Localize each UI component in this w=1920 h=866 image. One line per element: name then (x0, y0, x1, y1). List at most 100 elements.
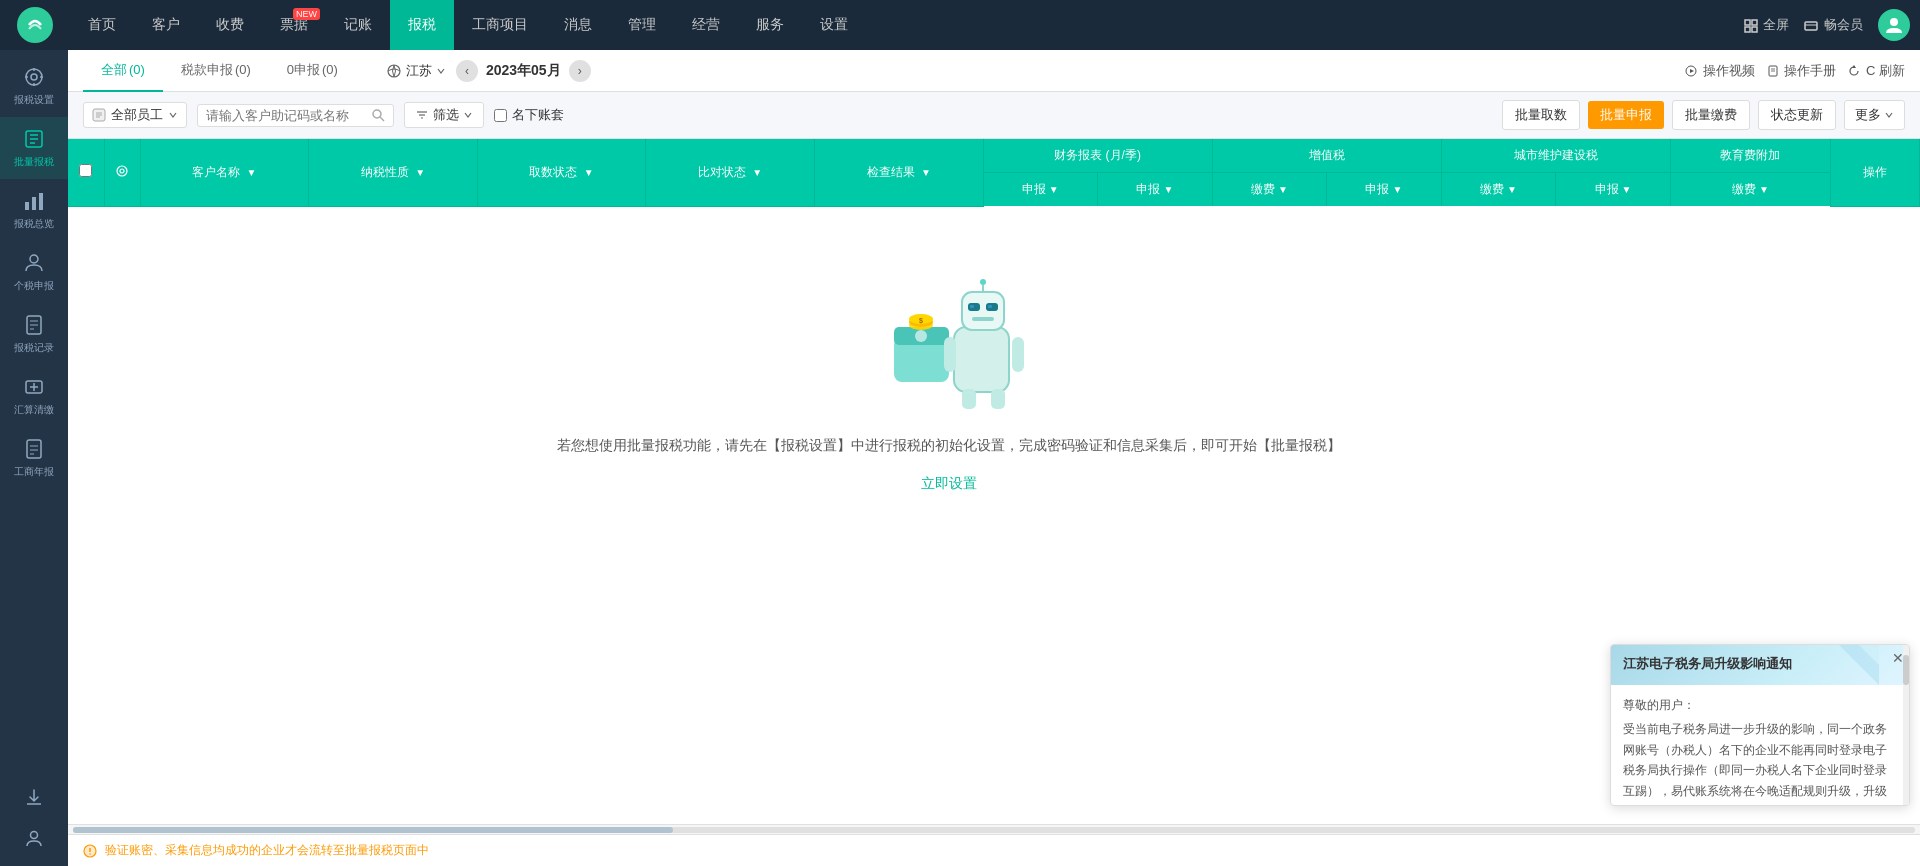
column-settings-icon[interactable] (115, 164, 129, 178)
svg-rect-66 (970, 305, 974, 308)
th-vat-pay: 缴费▼ (1212, 173, 1327, 207)
nav-operation[interactable]: 经营 (674, 0, 738, 50)
svg-rect-1 (1745, 20, 1750, 25)
user-profile-btn[interactable] (0, 820, 68, 856)
svg-rect-4 (1752, 27, 1757, 32)
operation-manual-btn[interactable]: 操作手册 (1767, 62, 1837, 80)
nav-message[interactable]: 消息 (546, 0, 610, 50)
user-avatar[interactable] (1878, 9, 1910, 41)
svg-rect-3 (1745, 27, 1750, 32)
date-navigation: ‹ 2023年05月 › (456, 60, 591, 82)
svg-text:$: $ (919, 317, 923, 325)
book-icon (1767, 65, 1779, 77)
nav-invoice[interactable]: 票据 NEW (262, 0, 326, 50)
search-input[interactable] (206, 108, 366, 123)
immediate-setup-link[interactable]: 立即设置 (921, 475, 977, 493)
toolbar: 全部员工 筛选 (68, 92, 1920, 139)
tabs-bar: 全部 (0) 税款申报 (0) 0申报 (0) (68, 50, 1920, 92)
svg-marker-37 (1690, 69, 1694, 73)
nav-business[interactable]: 工商项目 (454, 0, 546, 50)
operation-video-btn[interactable]: 操作视频 (1685, 62, 1755, 80)
tab-zero-declare[interactable]: 0申报 (0) (269, 50, 356, 92)
top-navigation: 首页 客户 收费 票据 NEW 记账 报税 工商项目 消息 管理 经营 服务 设… (0, 0, 1920, 50)
nav-settings[interactable]: 设置 (802, 0, 866, 50)
nav-items: 首页 客户 收费 票据 NEW 记账 报税 工商项目 消息 管理 经营 服务 设… (70, 0, 1744, 50)
horizontal-scrollbar[interactable] (68, 824, 1920, 834)
svg-point-51 (117, 166, 127, 176)
current-date: 2023年05月 (486, 62, 561, 80)
select-all-checkbox[interactable] (79, 164, 92, 177)
member-btn[interactable]: 畅会员 (1804, 16, 1863, 34)
svg-point-46 (373, 110, 381, 118)
search-icon (371, 108, 385, 122)
svg-point-7 (1890, 18, 1898, 26)
tab-tax-declare[interactable]: 税款申报 (0) (163, 50, 269, 92)
th-edu-pay: 缴费▼ (1670, 173, 1830, 207)
svg-point-70 (980, 279, 986, 285)
sidebar-item-personal-tax[interactable]: 个税申报 (0, 241, 68, 303)
refresh-btn[interactable]: C 刷新 (1848, 62, 1905, 80)
scroll-thumb[interactable] (73, 827, 673, 833)
nav-customer[interactable]: 客户 (134, 0, 198, 50)
svg-point-78 (89, 853, 91, 855)
sidebar-item-tax-settings[interactable]: 报税设置 (0, 55, 68, 117)
personal-tax-icon (22, 251, 46, 275)
svg-rect-74 (991, 389, 1005, 409)
download-btn[interactable] (0, 779, 68, 815)
play-icon (1685, 65, 1697, 77)
nav-home[interactable]: 首页 (70, 0, 134, 50)
svg-rect-68 (972, 317, 994, 321)
th-check-result: 检查结果 ▼ (814, 139, 983, 206)
svg-point-35 (388, 65, 400, 77)
sidebar-item-batch-tax[interactable]: 批量报税 (0, 117, 68, 179)
filter-btn[interactable]: 筛选 (404, 102, 484, 128)
nav-charge[interactable]: 收费 (198, 0, 262, 50)
batch-pay-btn[interactable]: 批量缴费 (1672, 100, 1750, 130)
nav-bookkeeping[interactable]: 记账 (326, 0, 390, 50)
bottom-warning-text: 验证账密、采集信息均成功的企业才会流转至批量报税页面中 (105, 842, 429, 859)
top-right-controls: 全屏 畅会员 (1744, 9, 1910, 41)
region-selector[interactable]: 江苏 (386, 62, 446, 80)
nav-tax[interactable]: 报税 (390, 0, 454, 50)
prev-month-btn[interactable]: ‹ (456, 60, 478, 82)
decoration (1799, 645, 1879, 685)
sidebar-item-tax-records[interactable]: 报税记录 (0, 303, 68, 365)
logo[interactable] (10, 0, 60, 50)
more-btn[interactable]: 更多 (1844, 100, 1905, 130)
notification-scrollbar[interactable] (1903, 645, 1909, 805)
svg-rect-62 (962, 292, 1004, 330)
tab-all[interactable]: 全部 (0) (83, 50, 163, 92)
batch-fetch-btn[interactable]: 批量取数 (1502, 100, 1580, 130)
employee-select[interactable]: 全部员工 (83, 102, 187, 128)
sidebar-item-settlement[interactable]: 汇算清缴 (0, 365, 68, 427)
bottom-status-bar: 验证账密、采集信息均成功的企业才会流转至批量报税页面中 (68, 834, 1920, 866)
sort-icon: ▼ (1622, 184, 1632, 195)
empty-state: $ (68, 207, 1830, 553)
next-month-btn[interactable]: › (569, 60, 591, 82)
toolbar-right: 批量取数 批量申报 批量缴费 状态更新 更多 (1502, 100, 1905, 130)
svg-rect-73 (962, 389, 976, 409)
th-city-declare: 申报▼ (1327, 173, 1442, 207)
tax-settings-icon (22, 65, 46, 89)
nav-service[interactable]: 服务 (738, 0, 802, 50)
account-checkbox[interactable] (494, 109, 507, 122)
notification-content: 受当前电子税务局进一步升级的影响，同一个政务网账号（办税人）名下的企业不能再同时… (1623, 719, 1897, 805)
robot-illustration: $ (869, 267, 1029, 417)
fullscreen-btn[interactable]: 全屏 (1744, 16, 1790, 34)
th-checkbox (68, 139, 104, 206)
svg-point-21 (30, 255, 38, 263)
batch-declare-btn[interactable]: 批量申报 (1588, 101, 1664, 129)
tax-records-icon (22, 313, 46, 337)
sidebar-item-tax-overview[interactable]: 报税总览 (0, 179, 68, 241)
status-update-btn[interactable]: 状态更新 (1758, 100, 1836, 130)
th-financial-report: 财务报表 (月/季) (983, 139, 1212, 173)
nav-management[interactable]: 管理 (610, 0, 674, 50)
chevron-down-icon (436, 66, 446, 76)
notification-scroll-thumb[interactable] (1903, 655, 1909, 685)
sidebar-item-annual-report[interactable]: 工商年报 (0, 427, 68, 489)
sort-icon: ▼ (584, 167, 594, 178)
sort-icon: ▼ (1759, 184, 1769, 195)
th-customer-name: 客户名称 ▼ (140, 139, 309, 206)
th-compare-status: 比对状态 ▼ (646, 139, 815, 206)
filter-icon (415, 108, 429, 122)
